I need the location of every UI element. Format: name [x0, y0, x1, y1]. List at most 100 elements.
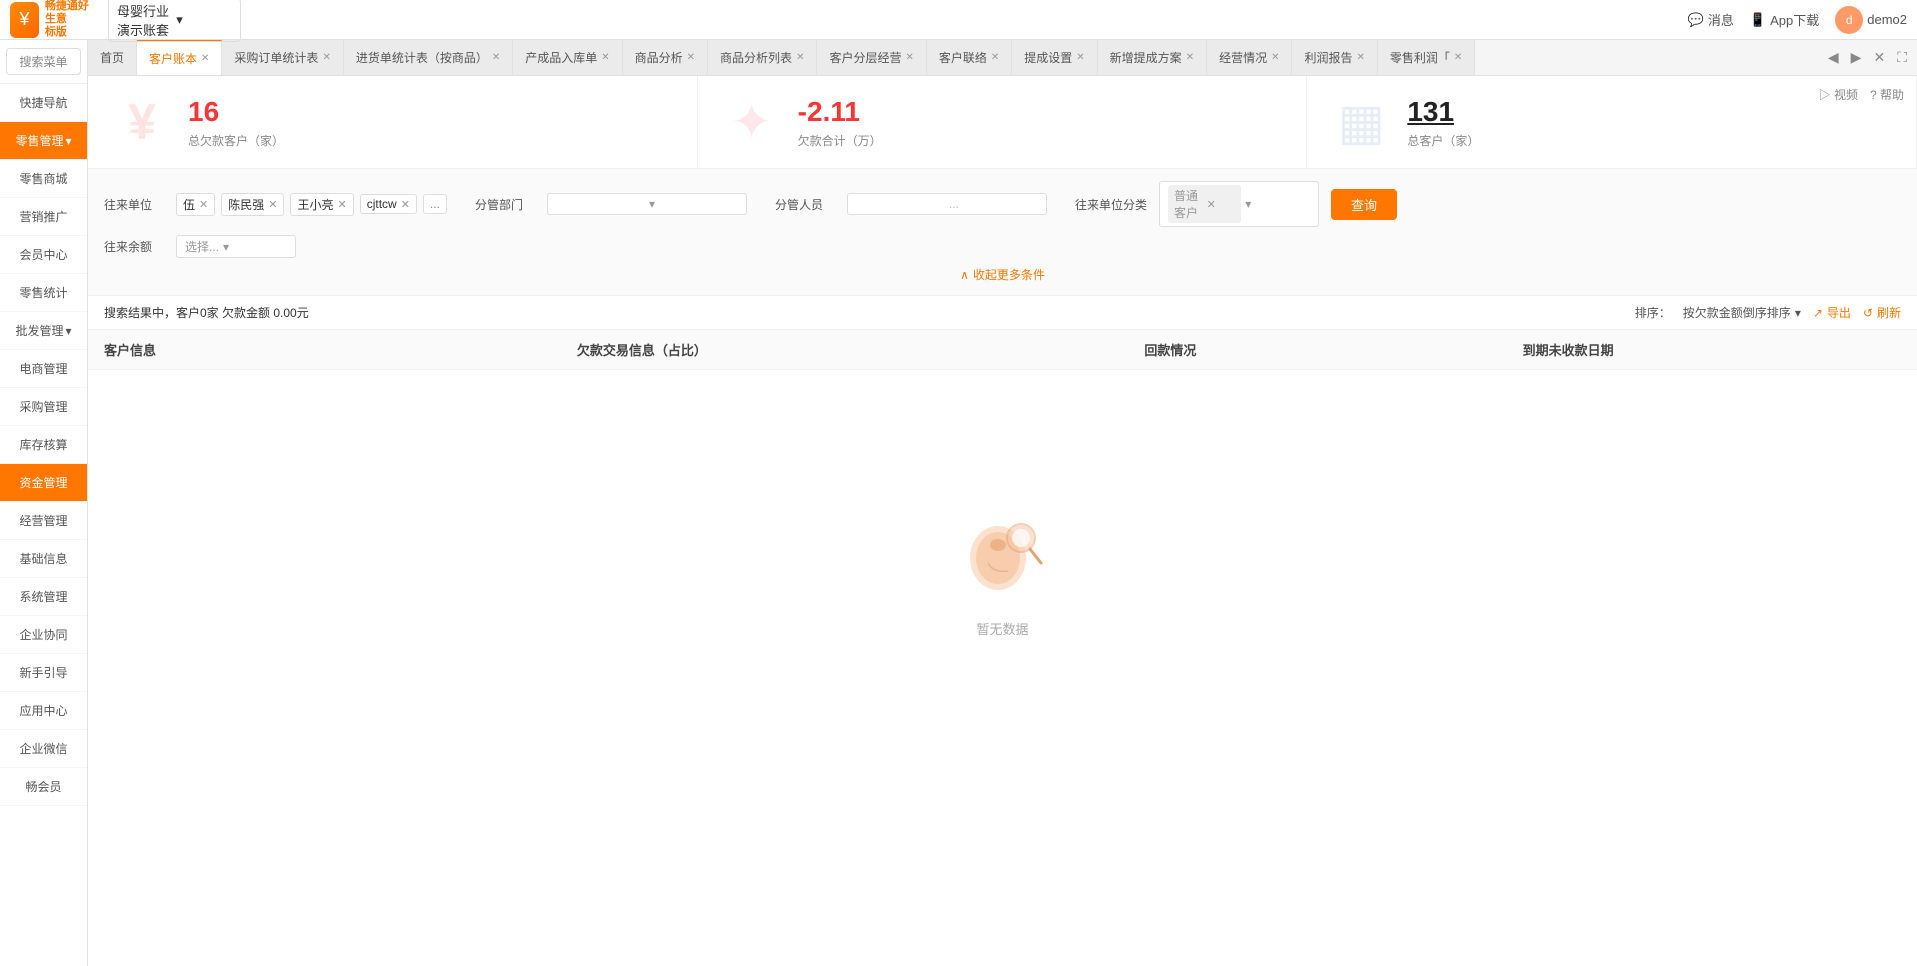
sidebar-item-operations-mgmt[interactable]: 经营管理	[0, 502, 87, 540]
sidebar-item-app-center[interactable]: 应用中心	[0, 692, 87, 730]
tab-purchase-order-stats[interactable]: 采购订单统计表 ✕	[222, 40, 343, 76]
tab-close-inbound-stats[interactable]: ✕	[492, 52, 500, 63]
tab-close-product-inbound[interactable]: ✕	[601, 52, 609, 63]
person-select[interactable]: ...	[847, 193, 1047, 215]
tab-retail-profit[interactable]: 零售利润「 ✕	[1378, 40, 1475, 76]
tab-close-all[interactable]: ✕	[1869, 47, 1889, 68]
sidebar-item-system-mgmt[interactable]: 系统管理	[0, 578, 87, 616]
tab-close-product-analysis-list[interactable]: ✕	[796, 52, 804, 63]
tab-commission-settings[interactable]: 提成设置 ✕	[1012, 40, 1097, 76]
sidebar-item-inventory[interactable]: 库存核算	[0, 426, 87, 464]
sidebar-item-ecommerce-mgmt[interactable]: 电商管理	[0, 350, 87, 388]
tab-close-product-analysis[interactable]: ✕	[687, 52, 695, 63]
tab-close-commission-settings[interactable]: ✕	[1076, 52, 1084, 63]
balance-select[interactable]: 选择... ▾	[176, 235, 296, 258]
sidebar-item-chang-member[interactable]: 畅会员	[0, 768, 87, 806]
store-dropdown-icon: ▾	[176, 12, 231, 28]
sidebar-item-member-center[interactable]: 会员中心	[0, 236, 87, 274]
sidebar-item-enterprise-collab[interactable]: 企业协同	[0, 616, 87, 654]
filter-row-2: 往来余额 选择... ▾	[104, 235, 1901, 258]
col-header-repayment: 回款情况	[1144, 340, 1522, 359]
collapse-button[interactable]: ∧ 收起更多条件	[960, 266, 1045, 283]
tab-profit-report[interactable]: 利润报告 ✕	[1292, 40, 1377, 76]
tab-customer-ledger[interactable]: 客户账本 ✕	[137, 40, 222, 76]
tab-fullscreen[interactable]: ⛶	[1893, 47, 1911, 68]
remove-tag-cjttcw[interactable]: ✕	[401, 198, 410, 211]
sidebar-item-retail-stats[interactable]: 零售统计	[0, 274, 87, 312]
tab-home[interactable]: 首页	[88, 40, 137, 76]
more-tags-button[interactable]: ...	[423, 194, 447, 214]
tab-operations[interactable]: 经营情况 ✕	[1207, 40, 1292, 76]
sidebar-item-enterprise-wechat[interactable]: 企业微信	[0, 730, 87, 768]
remove-tag-wang[interactable]: ✕	[337, 198, 346, 211]
data-table: 客户信息 欠款交易信息（占比） 回款情况 到期未收款日期	[88, 330, 1917, 770]
sort-select[interactable]: 按欠款金额倒序排序 ▾	[1683, 304, 1801, 321]
unit-filter-tags: 伍 ✕ 陈民强 ✕ 王小亮 ✕	[176, 193, 447, 216]
refresh-button[interactable]: ↺ 刷新	[1863, 304, 1901, 321]
tab-close-operations[interactable]: ✕	[1271, 52, 1279, 63]
stat-icon-customers: ¥	[112, 92, 172, 152]
sidebar-item-new-guide[interactable]: 新手引导	[0, 654, 87, 692]
person-filter-label: 分管人员	[775, 196, 835, 213]
tab-product-analysis[interactable]: 商品分析 ✕	[623, 40, 708, 76]
category-filter-label: 往来单位分类	[1075, 196, 1147, 213]
sidebar-item-purchase-mgmt[interactable]: 采购管理	[0, 388, 87, 426]
tab-close-profit-report[interactable]: ✕	[1357, 52, 1365, 63]
unit-tag-chen: 陈民强 ✕	[221, 193, 284, 216]
remove-tag-wu[interactable]: ✕	[199, 198, 208, 211]
collapse-icon: ∧	[960, 268, 969, 282]
balance-dropdown-icon: ▾	[223, 240, 229, 254]
col-header-debt-info: 欠款交易信息（占比）	[577, 340, 1144, 359]
chevron-icon-wholesale: ▾	[65, 324, 71, 338]
help-links: ▷ 视频 ? 帮助	[1819, 86, 1904, 103]
remove-tag-chen[interactable]: ✕	[268, 198, 277, 211]
sidebar-search: 搜索菜单	[0, 40, 87, 84]
query-button[interactable]: 查询	[1331, 189, 1397, 220]
video-link[interactable]: ▷ 视频	[1819, 86, 1858, 103]
tab-inbound-stats[interactable]: 进货单统计表（按商品） ✕	[344, 40, 513, 76]
empty-icon	[953, 503, 1053, 603]
sort-label: 排序：	[1635, 304, 1671, 321]
sidebar-item-finance-mgmt[interactable]: 资金管理	[0, 464, 87, 502]
help-link[interactable]: ? 帮助	[1870, 86, 1904, 103]
result-summary: 搜索结果中，客户0家 欠款金额 0.00元	[104, 304, 309, 321]
sidebar-item-basic-info[interactable]: 基础信息	[0, 540, 87, 578]
tab-close-retail-profit[interactable]: ✕	[1454, 52, 1462, 63]
search-menu-button[interactable]: 搜索菜单	[6, 48, 81, 75]
tab-new-commission[interactable]: 新增提成方案 ✕	[1098, 40, 1207, 76]
user-profile[interactable]: d demo2	[1835, 6, 1907, 34]
tab-close-customer-tier[interactable]: ✕	[905, 52, 913, 63]
dept-select[interactable]: ▾	[547, 193, 747, 215]
stat-label-debt: 欠款合计（万）	[798, 132, 882, 149]
store-selector[interactable]: 母婴行业演示账套 ▾	[108, 0, 241, 42]
sidebar-item-marketing[interactable]: 营销推广	[0, 198, 87, 236]
tabs-right: ◀ ▶ ✕ ⛶	[1818, 47, 1917, 68]
tab-close-new-commission[interactable]: ✕	[1186, 52, 1194, 63]
tab-nav-right[interactable]: ▶	[1847, 47, 1866, 68]
stat-block-customers: ¥ 16 总欠款客户（家）	[88, 76, 698, 168]
tab-product-inbound[interactable]: 产成品入库单 ✕	[513, 40, 622, 76]
refresh-icon: ↺	[1863, 306, 1873, 320]
top-bar: ¥ 畅捷通好生意 标版 母婴行业演示账套 ▾ 💬 消息 📱 App下载 d de…	[0, 0, 1917, 40]
sidebar-item-wholesale-mgmt[interactable]: 批发管理 ▾	[0, 312, 87, 350]
tab-close-purchase-order-stats[interactable]: ✕	[322, 52, 330, 63]
sidebar-item-quick-nav[interactable]: 快捷导航	[0, 84, 87, 122]
export-button[interactable]: ↗ 导出	[1813, 304, 1851, 321]
sidebar-item-retail-mall[interactable]: 零售商城	[0, 160, 87, 198]
tab-customer-contact[interactable]: 客户联络 ✕	[927, 40, 1012, 76]
stat-info-debt: -2.11 欠款合计（万）	[798, 96, 882, 149]
tab-close-customer-ledger[interactable]: ✕	[201, 53, 209, 64]
category-select[interactable]: 普通客户 ✕ ▾	[1159, 181, 1319, 227]
remove-category-tag[interactable]: ✕	[1207, 198, 1236, 211]
stat-value-total: 131	[1407, 96, 1479, 128]
tab-customer-tier[interactable]: 客户分层经营 ✕	[817, 40, 926, 76]
sidebar-item-retail-mgmt[interactable]: 零售管理 ▾	[0, 122, 87, 160]
tab-nav-left[interactable]: ◀	[1824, 47, 1843, 68]
content-area: 首页 客户账本 ✕ 采购订单统计表 ✕ 进货单统计表（按商品） ✕ 产成品入库单…	[88, 40, 1917, 966]
filter-area: 往来单位 伍 ✕ 陈民强 ✕ 王小亮	[88, 169, 1917, 296]
category-tag-normal: 普通客户 ✕	[1168, 185, 1241, 223]
message-button[interactable]: 💬 消息	[1688, 10, 1734, 29]
app-download-button[interactable]: 📱 App下载	[1750, 10, 1819, 29]
tab-product-analysis-list[interactable]: 商品分析列表 ✕	[708, 40, 817, 76]
tab-close-customer-contact[interactable]: ✕	[991, 52, 999, 63]
